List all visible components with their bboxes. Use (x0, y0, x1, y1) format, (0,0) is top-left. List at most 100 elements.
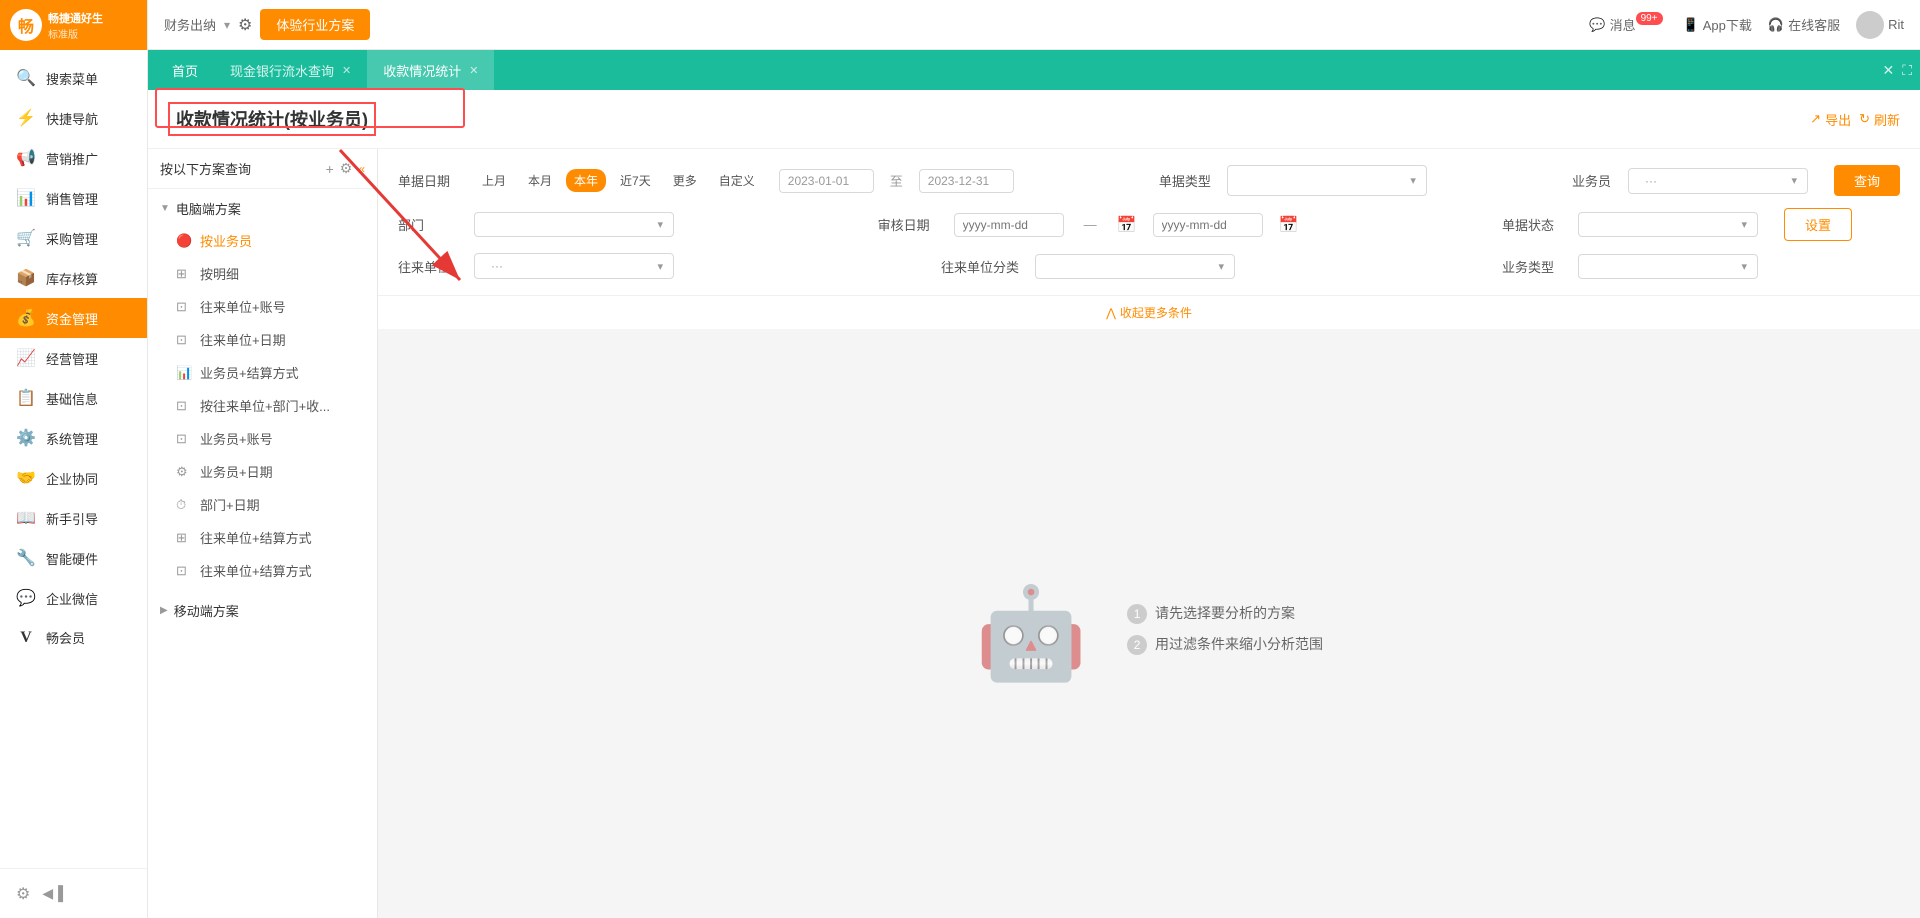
sidebar-item-operations[interactable]: 📈 经营管理 (0, 338, 147, 378)
user-item[interactable]: Rit (1856, 11, 1904, 39)
status-dropdown[interactable]: ▾ (1578, 212, 1758, 237)
hardware-icon: 🔧 (16, 548, 36, 568)
review-calendar-icon-1[interactable]: 📅 (1117, 215, 1137, 235)
date-btn-this-year[interactable]: 本年 (566, 169, 606, 192)
sidebar-item-collab[interactable]: 🤝 企业协同 (0, 458, 147, 498)
app-icon: 📱 (1683, 17, 1699, 33)
date-btn-more[interactable]: 更多 (665, 169, 705, 192)
panel-add-button[interactable]: + (326, 161, 334, 177)
sidebar-item-vip[interactable]: V 畅会员 (0, 618, 147, 657)
date-from-input[interactable] (779, 169, 874, 193)
tree-item-by-salesperson[interactable]: 🔴 按业务员 (148, 224, 377, 257)
table-icon-4: ⊡ (176, 431, 192, 447)
query-button[interactable]: 查询 (1834, 165, 1900, 196)
message-badge: 99+ (1636, 12, 1663, 25)
export-button[interactable]: ↗ 导出 (1810, 110, 1851, 129)
tab-home[interactable]: 首页 (156, 61, 214, 80)
panel-settings-button[interactable]: ⚙ (340, 160, 353, 177)
sidebar-item-finance[interactable]: 💰 资金管理 (0, 298, 147, 338)
sidebar-item-search[interactable]: 🔍 搜索菜单 (0, 58, 147, 98)
sidebar-item-quicknav[interactable]: ⚡ 快捷导航 (0, 98, 147, 138)
tree-item-label: 往来单位+结算方式 (200, 528, 312, 547)
sidebar-item-inventory[interactable]: 📦 库存核算 (0, 258, 147, 298)
review-from-input[interactable] (954, 213, 1064, 237)
tree-item-label: 部门+日期 (200, 495, 260, 514)
category-label: 单据类型 (1159, 171, 1211, 190)
left-panel: 按以下方案查询 + ⚙ « ▼ 电脑端方案 🔴 按业务员 (148, 149, 378, 918)
tab-collection-close-icon[interactable]: ✕ (469, 64, 478, 77)
category-dropdown[interactable]: ▾ (1227, 165, 1427, 196)
table-icon-1: ⊡ (176, 299, 192, 315)
category-value (1238, 171, 1251, 190)
panel-collapse-button[interactable]: « (358, 162, 365, 176)
refresh-button[interactable]: ↻ 刷新 (1859, 110, 1900, 129)
search-icon: 🔍 (16, 68, 36, 88)
app-download-item[interactable]: 📱 App下载 (1683, 15, 1752, 34)
review-calendar-icon-2[interactable]: 📅 (1279, 215, 1299, 235)
service-item[interactable]: 🎧 在线客服 (1768, 15, 1840, 34)
tip-text-2: 用过滤条件来缩小分析范围 (1155, 634, 1323, 654)
tree-item-partner-account[interactable]: ⊡ 往来单位+账号 (148, 290, 377, 323)
sidebar-item-basic[interactable]: 📋 基础信息 (0, 378, 147, 418)
tree-item-detail[interactable]: ⊞ 按明细 (148, 257, 377, 290)
app-label: App下载 (1703, 15, 1752, 34)
tree-section: ▼ 电脑端方案 🔴 按业务员 ⊞ 按明细 ⊡ 往来单位+账号 (148, 189, 377, 591)
date-btn-last-month[interactable]: 上月 (474, 169, 514, 192)
sidebar-item-label: 新手引导 (46, 509, 98, 528)
tree-item-salesperson-settlement[interactable]: 📊 业务员+结算方式 (148, 356, 377, 389)
header-gear-button[interactable]: ⚙ (238, 15, 252, 35)
sidebar-item-hardware[interactable]: 🔧 智能硬件 (0, 538, 147, 578)
tree-item-partner-settlement-2[interactable]: ⊡ 往来单位+结算方式 (148, 554, 377, 587)
tree-item-partner-dept[interactable]: ⊡ 按往来单位+部门+收... (148, 389, 377, 422)
status-label: 单据状态 (1502, 215, 1562, 234)
finance-icon: 💰 (16, 308, 36, 328)
settings-icon[interactable]: ⚙ (16, 884, 30, 904)
salesperson-label: 业务员 (1572, 171, 1612, 190)
salesperson-dropdown[interactable]: ··· ▾ (1628, 168, 1808, 194)
top-header: 财务出纳 ▾ ⚙ 体验行业方案 💬 消息 99+ 📱 App下载 🎧 在线客服 … (148, 0, 1920, 50)
quicknav-icon: ⚡ (16, 108, 36, 128)
sidebar-item-sales[interactable]: 📊 销售管理 (0, 178, 147, 218)
bar-chart-icon: 📊 (176, 365, 192, 381)
desktop-section-header[interactable]: ▼ 电脑端方案 (148, 193, 377, 224)
tab-collection[interactable]: 收款情况统计 ✕ (367, 50, 494, 90)
sidebar-item-label: 基础信息 (46, 389, 98, 408)
sidebar-item-guide[interactable]: 📖 新手引导 (0, 498, 147, 538)
partner-category-dropdown[interactable]: ▾ (1035, 254, 1235, 279)
tree-item-salesperson-account[interactable]: ⊡ 业务员+账号 (148, 422, 377, 455)
sidebar-item-wechat[interactable]: 💬 企业微信 (0, 578, 147, 618)
tab-cashflow-close-icon[interactable]: ✕ (342, 64, 351, 77)
window-expand-icon[interactable]: ⛶ (1902, 62, 1912, 79)
expand-arrow-icon: ▼ (160, 203, 170, 214)
settings-button[interactable]: 设置 (1784, 208, 1852, 241)
tab-cashflow[interactable]: 现金银行流水查询 ✕ (214, 50, 367, 90)
empty-state: 🤖 1 请先选择要分析的方案 2 用过滤条件来缩小分析范围 (975, 581, 1323, 686)
partner-more-icon[interactable]: ··· (491, 259, 503, 273)
trial-button[interactable]: 体验行业方案 (260, 9, 370, 40)
date-btn-custom[interactable]: 自定义 (711, 169, 763, 192)
review-to-input[interactable] (1153, 213, 1263, 237)
salesperson-more-icon[interactable]: ··· (1645, 174, 1657, 188)
window-close-icon[interactable]: ✕ (1882, 62, 1894, 79)
tree-item-salesperson-date[interactable]: ⚙ 业务员+日期 (148, 455, 377, 488)
date-to-input[interactable] (919, 169, 1014, 193)
sidebar-item-purchase[interactable]: 🛒 采购管理 (0, 218, 147, 258)
sidebar-item-marketing[interactable]: 📢 营销推广 (0, 138, 147, 178)
tree-item-partner-date[interactable]: ⊡ 往来单位+日期 (148, 323, 377, 356)
biz-type-dropdown[interactable]: ▾ (1578, 254, 1758, 279)
sidebar: 畅 畅捷通好生 标准版 🔍 搜索菜单 ⚡ 快捷导航 📢 营销推广 📊 销售管理 … (0, 0, 148, 918)
breadcrumb-dropdown-icon[interactable]: ▾ (224, 18, 230, 32)
partner-dropdown[interactable]: ··· ▾ (474, 253, 674, 279)
date-btn-7days[interactable]: 近7天 (612, 169, 659, 192)
collapse-bar[interactable]: ⋀ 收起更多条件 (378, 296, 1920, 329)
date-btn-this-month[interactable]: 本月 (520, 169, 560, 192)
tree-item-partner-settlement-1[interactable]: ⊞ 往来单位+结算方式 (148, 521, 377, 554)
page-content: 收款情况统计(按业务员) ↗ 导出 ↻ 刷新 按以下方案查询 + (148, 90, 1920, 918)
mobile-section-header[interactable]: ▶ 移动端方案 (148, 595, 377, 626)
sidebar-item-system[interactable]: ⚙️ 系统管理 (0, 418, 147, 458)
tree-item-dept-date[interactable]: ⏱ 部门+日期 (148, 488, 377, 521)
export-icon: ↗ (1810, 111, 1821, 127)
message-item[interactable]: 💬 消息 99+ (1589, 15, 1666, 34)
collapse-sidebar-icon[interactable]: ◀▐ (42, 885, 63, 902)
dept-dropdown[interactable]: ▾ (474, 212, 674, 237)
